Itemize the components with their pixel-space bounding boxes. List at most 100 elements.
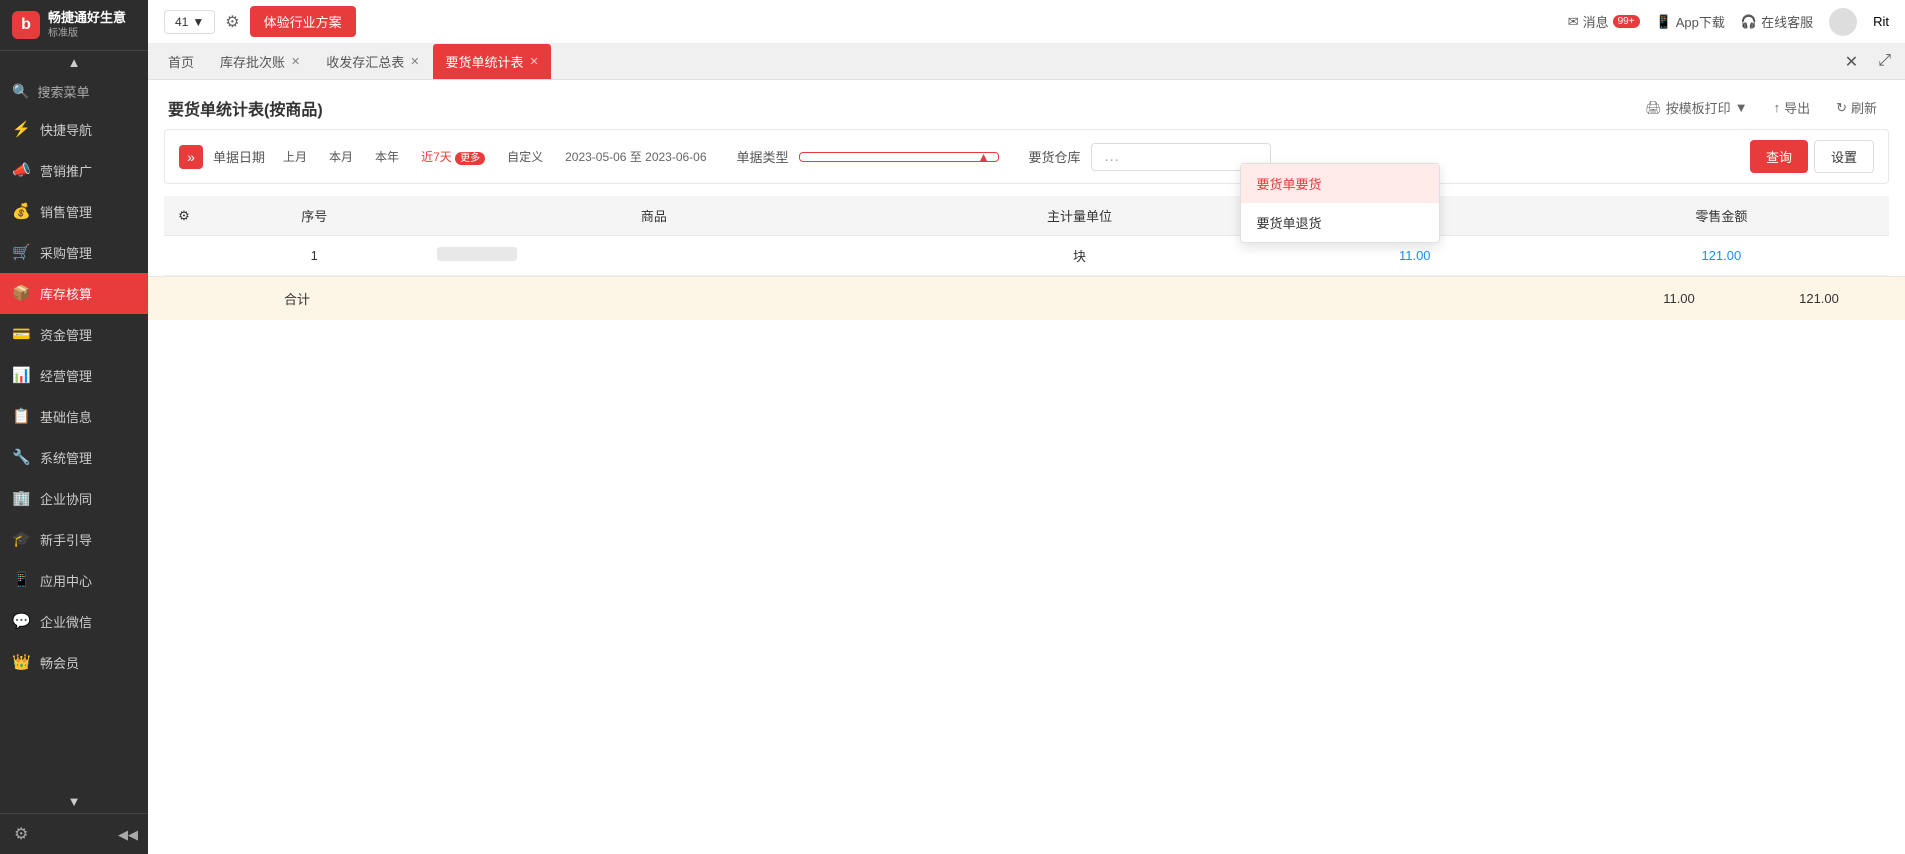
warehouse-filter-label: 要货仓库 — [1029, 147, 1081, 166]
sidebar-logo: b 畅捷通好生意 标准版 — [0, 0, 148, 51]
online-service-btn[interactable]: 🎧 在线客服 — [1741, 12, 1813, 31]
date-this-month[interactable]: 本月 — [321, 145, 361, 168]
tab-order-summary-label: 要货单统计表 — [445, 52, 523, 71]
type-filter-select[interactable]: ▲ 要货单要货 要货单退货 — [799, 152, 999, 162]
message-btn[interactable]: ✉ 消息 99+ — [1568, 12, 1640, 31]
tab-order-summary-close[interactable]: ✕ — [530, 55, 539, 68]
sidebar-item-operations[interactable]: 📊经营管理 — [0, 355, 148, 396]
th-unit: 主计量单位 — [883, 196, 1276, 236]
tab-receive-summary-close[interactable]: ✕ — [410, 55, 419, 68]
sidebar-item-wechat[interactable]: 💬企业微信 — [0, 601, 148, 642]
search-icon: 🔍 — [12, 83, 29, 100]
topbar-right: ✉ 消息 99+ 📱 App下载 🎧 在线客服 Rit — [1568, 8, 1889, 36]
message-label: 消息 — [1583, 12, 1609, 31]
sidebar-item-quick-nav[interactable]: ⚡快捷导航 — [0, 109, 148, 150]
date-range-text: 2023-05-06 至 2023-06-06 — [565, 148, 706, 165]
page-header: 要货单统计表(按商品) 🖨 按模板打印 ▼ ↑ 导出 ↻ 刷新 — [148, 80, 1905, 129]
trial-btn[interactable]: 体验行业方案 — [250, 6, 356, 37]
down-arrow-icon[interactable]: ▼ — [68, 794, 81, 809]
date-filter-label: 单据日期 — [213, 147, 265, 166]
tabs-bar: 首页 库存批次账 ✕ 收发存汇总表 ✕ 要货单统计表 ✕ ✕ ⤢ — [148, 44, 1905, 80]
sidebar-item-enterprise[interactable]: 🏢企业协同 — [0, 478, 148, 519]
tab-receive-summary[interactable]: 收发存汇总表 ✕ — [314, 44, 431, 79]
nav-label-member: 畅会员 — [40, 653, 79, 672]
filter-expand-btn[interactable]: » — [179, 145, 203, 169]
dropdown-item-order-return[interactable]: 要货单退货 — [1241, 203, 1439, 242]
date-up-month[interactable]: 上月 — [275, 145, 315, 168]
sidebar-scroll-up[interactable]: ▲ — [0, 51, 148, 74]
company-dropdown-icon: ▼ — [192, 15, 204, 29]
tab-inventory-batch-label: 库存批次账 — [220, 52, 285, 71]
sidebar-item-app-center[interactable]: 📱应用中心 — [0, 560, 148, 601]
refresh-btn[interactable]: ↻ 刷新 — [1828, 94, 1885, 121]
settings-icon[interactable]: ⚙ — [14, 824, 28, 844]
tab-close-all[interactable]: ✕ — [1839, 50, 1864, 74]
date-last7[interactable]: 近7天 更多 — [413, 145, 493, 168]
nav-icon-basic: 📋 — [12, 407, 30, 425]
sidebar-bottom: ⚙ ◀◀ — [0, 813, 148, 854]
date-custom[interactable]: 自定义 — [499, 145, 551, 168]
sidebar-item-inventory[interactable]: 📦库存核算 — [0, 273, 148, 314]
nav-label-guide: 新手引导 — [40, 530, 92, 549]
sidebar-item-finance[interactable]: 💳资金管理 — [0, 314, 148, 355]
nav-icon-inventory: 📦 — [12, 284, 30, 302]
more-badge: 更多 — [455, 152, 485, 165]
tab-inventory-batch[interactable]: 库存批次账 ✕ — [208, 44, 312, 79]
up-arrow-icon[interactable]: ▲ — [68, 55, 81, 70]
app-download-btn[interactable]: 📱 App下载 — [1656, 12, 1725, 31]
nav-label-system: 系统管理 — [40, 448, 92, 467]
print-icon: 🖨 — [1645, 100, 1662, 116]
sidebar-item-purchase[interactable]: 🛒 采购管理 — [0, 232, 148, 273]
type-dropdown: 要货单要货 要货单退货 — [1240, 163, 1440, 243]
tab-order-summary[interactable]: 要货单统计表 ✕ — [433, 44, 550, 79]
th-settings[interactable]: ⚙ — [164, 196, 204, 236]
sidebar-item-basic[interactable]: 📋基础信息 — [0, 396, 148, 437]
nav-icon-purchase: 🛒 — [12, 243, 30, 261]
page-title: 要货单统计表(按商品) — [168, 96, 323, 120]
nav-label-quick-nav: 快捷导航 — [40, 120, 92, 139]
tab-inventory-batch-close[interactable]: ✕ — [291, 55, 300, 68]
nav-icon-marketing: 📣 — [12, 161, 30, 179]
sidebar-item-marketing[interactable]: 📣营销推广 — [0, 150, 148, 191]
nav-icon-sales: 💰 — [12, 202, 30, 220]
sidebar: b 畅捷通好生意 标准版 ▲ 🔍 搜索菜单 ⚡快捷导航📣营销推广💰销售管理 🛒 采购… — [0, 0, 148, 854]
topbar-gear-icon[interactable]: ⚙ — [225, 12, 239, 32]
warehouse-more-icon[interactable]: … — [1104, 148, 1120, 166]
print-btn[interactable]: 🖨 按模板打印 ▼ — [1637, 94, 1755, 121]
th-product: 商品 — [425, 196, 884, 236]
logo-main: 畅捷通好生意 — [48, 10, 126, 27]
sidebar-scroll-down[interactable]: ▼ — [0, 790, 148, 813]
td-index-0: 1 — [204, 236, 425, 276]
filter-area: » 单据日期 上月 本月 本年 近7天 更多 自定义 2023-05-06 至 … — [164, 129, 1889, 184]
tab-expand[interactable]: ⤢ — [1872, 50, 1897, 74]
sidebar-item-sales[interactable]: 💰销售管理 — [0, 191, 148, 232]
sidebar-item-member[interactable]: 👑 畅会员 — [0, 642, 148, 683]
table-row: 1 块 11.00 121.00 — [164, 236, 1889, 276]
query-btn[interactable]: 查询 — [1750, 140, 1808, 173]
nav-icon-finance: 💳 — [12, 325, 30, 343]
date-shortcuts: 上月 本月 本年 近7天 更多 自定义 — [275, 145, 551, 168]
search-menu-item[interactable]: 🔍 搜索菜单 — [0, 74, 148, 109]
tab-home[interactable]: 首页 — [156, 44, 206, 79]
th-amount: 零售金额 — [1554, 196, 1889, 236]
avatar[interactable] — [1829, 8, 1857, 36]
collapse-icon[interactable]: ◀◀ — [118, 827, 134, 841]
nav-icon-app-center: 📱 — [12, 571, 30, 589]
nav-label-purchase: 采购管理 — [40, 243, 92, 262]
td-unit-0: 块 — [883, 236, 1276, 276]
nav-icon-guide: 🎓 — [12, 530, 30, 548]
setting-btn[interactable]: 设置 — [1814, 140, 1874, 173]
sidebar-item-guide[interactable]: 🎓 新手引导 — [0, 519, 148, 560]
dropdown-item-order-goods[interactable]: 要货单要货 — [1241, 164, 1439, 203]
nav-icon-member: 👑 — [12, 653, 30, 671]
company-selector[interactable]: 41 ▼ — [164, 10, 215, 34]
nav-label-operations: 经营管理 — [40, 366, 92, 385]
sidebar-item-system[interactable]: 🔧系统管理 — [0, 437, 148, 478]
data-table: ⚙ 序号 商品 主计量单位 主数量 零售金额 1 块 11.00 121.00 — [164, 196, 1889, 276]
app-download-label: App下载 — [1676, 12, 1725, 31]
table-footer: 合计 11.00 121.00 — [148, 276, 1905, 320]
export-icon: ↑ — [1774, 100, 1781, 115]
logo-icon: b — [12, 11, 40, 39]
date-this-year[interactable]: 本年 — [367, 145, 407, 168]
export-btn[interactable]: ↑ 导出 — [1766, 94, 1819, 121]
